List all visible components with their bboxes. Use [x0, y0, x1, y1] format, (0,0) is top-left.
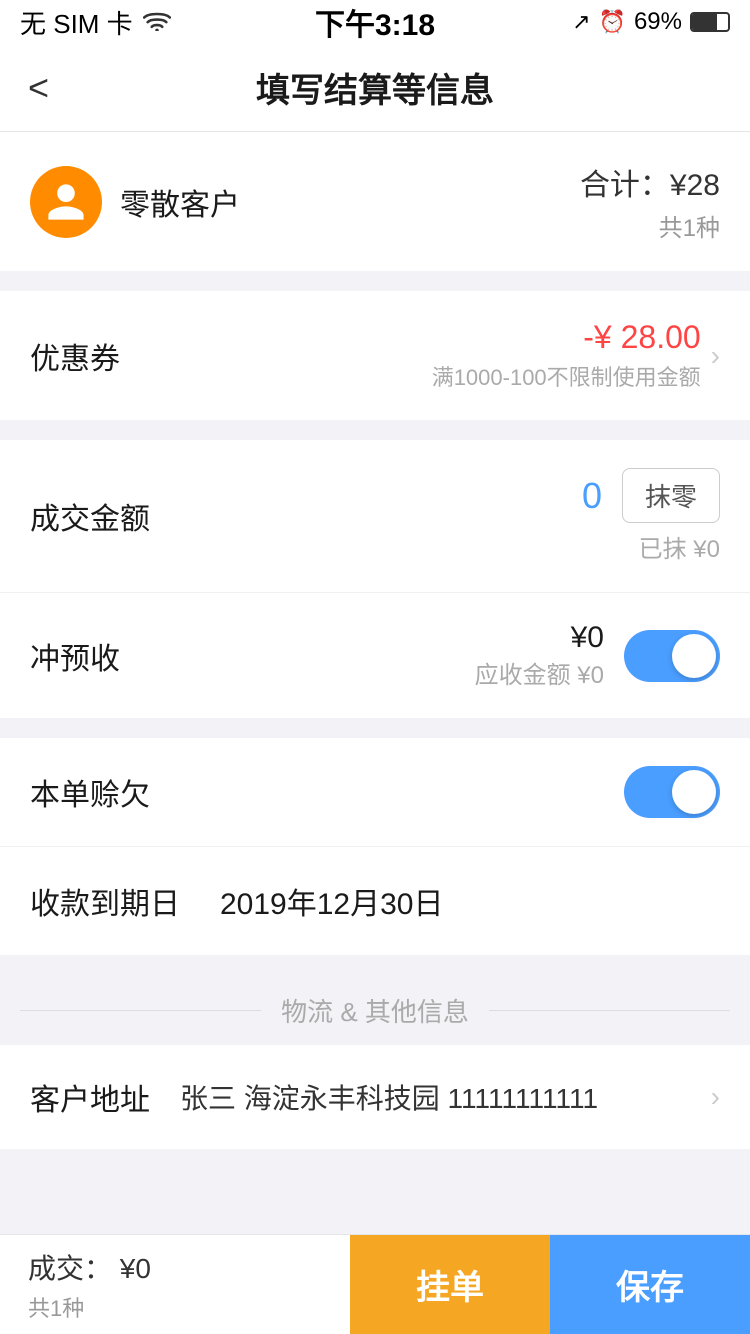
- status-bar: 无 SIM 卡 下午3:18 ↗ ⏰ 69%: [0, 0, 750, 44]
- due-date-label: 收款到期日: [30, 879, 180, 923]
- deal-amount: ¥0: [120, 1253, 151, 1284]
- save-button[interactable]: 保存: [550, 1235, 750, 1334]
- transaction-section: 成交金额 0 抹零 已抹 ¥0 冲预收 ¥0 应收金额 ¥0: [0, 440, 750, 718]
- battery-icon: [690, 12, 730, 32]
- address-row[interactable]: 客户地址 张三 海淀永丰科技园 11111111111 ›: [0, 1045, 750, 1149]
- address-label: 客户地址: [30, 1075, 150, 1119]
- transaction-right: 0 抹零: [582, 468, 720, 523]
- debt-toggle[interactable]: [624, 766, 720, 818]
- prepaid-amounts: ¥0 应收金额 ¥0: [475, 621, 604, 690]
- location-icon: ↗: [572, 9, 590, 35]
- customer-avatar: [30, 166, 102, 238]
- deducted-text: 已抹 ¥0: [639, 529, 720, 564]
- address-value: 张三 海淀永丰科技园 11111111111: [180, 1077, 681, 1117]
- coupon-right: -¥ 28.00 满1000-100不限制使用金额 ›: [432, 319, 720, 392]
- nav-bar: < 填写结算等信息: [0, 44, 750, 132]
- bottom-bar: 成交： ¥0 共1种 挂单 保存: [0, 1234, 750, 1334]
- alarm-icon: ⏰: [599, 9, 626, 35]
- deal-label: 成交：: [28, 1253, 112, 1284]
- hold-button[interactable]: 挂单: [350, 1235, 550, 1334]
- prepaid-label: 冲预收: [30, 634, 120, 678]
- coupon-row[interactable]: 优惠券 -¥ 28.00 满1000-100不限制使用金额 ›: [0, 291, 750, 420]
- prepaid-amount: ¥0: [475, 621, 604, 655]
- transaction-row: 成交金额 0 抹零 已抹 ¥0: [0, 440, 750, 593]
- logistics-header: 物流 & 其他信息: [0, 975, 750, 1045]
- debt-label: 本单赊欠: [30, 770, 150, 814]
- divider-line-left: [20, 1010, 261, 1011]
- bottom-deal: 成交： ¥0: [28, 1247, 322, 1287]
- customer-total: 合计：¥28 共1种: [580, 160, 720, 243]
- total-amount: 合计：¥28: [580, 160, 720, 204]
- debt-toggle-row: 本单赊欠: [0, 738, 750, 846]
- battery-percent: 69%: [634, 8, 682, 36]
- debt-section: 本单赊欠 收款到期日 2019年12月30日: [0, 738, 750, 955]
- customer-row: 零散客户 合计：¥28 共1种: [0, 132, 750, 271]
- toggle-knob: [672, 634, 716, 678]
- bottom-summary: 成交： ¥0 共1种: [0, 1247, 350, 1323]
- due-date-value: 2019年12月30日: [220, 879, 443, 923]
- prepaid-toggle[interactable]: [624, 630, 720, 682]
- customer-info: 零散客户: [30, 166, 240, 238]
- coupon-chevron-icon: ›: [711, 340, 720, 372]
- coupon-amount: -¥ 28.00: [432, 319, 701, 356]
- person-icon: [44, 180, 88, 224]
- wifi-icon: [143, 7, 171, 38]
- prepaid-right: ¥0 应收金额 ¥0: [475, 621, 720, 690]
- prepaid-row: 冲预收 ¥0 应收金额 ¥0: [0, 593, 750, 718]
- debt-toggle-knob: [672, 770, 716, 814]
- due-date-row: 收款到期日 2019年12月30日: [0, 846, 750, 955]
- transaction-amount[interactable]: 0: [582, 475, 602, 517]
- address-chevron-icon: ›: [711, 1081, 720, 1113]
- coupon-value-block: -¥ 28.00 满1000-100不限制使用金额: [432, 319, 701, 392]
- divider-line-right: [489, 1010, 730, 1011]
- transaction-label: 成交金额: [30, 494, 150, 538]
- total-count: 共1种: [580, 208, 720, 243]
- time-display: 下午3:18: [315, 0, 435, 44]
- content-area: 零散客户 合计：¥28 共1种 优惠券 -¥ 28.00 满1000-100不限…: [0, 132, 750, 1289]
- round-zero-button[interactable]: 抹零: [622, 468, 720, 523]
- status-left: 无 SIM 卡: [20, 4, 171, 41]
- customer-name: 零散客户: [120, 180, 240, 224]
- bottom-count: 共1种: [28, 1291, 322, 1323]
- receivable-text: 应收金额 ¥0: [475, 655, 604, 690]
- carrier-text: 无 SIM 卡: [20, 4, 133, 41]
- page-title: 填写结算等信息: [256, 63, 494, 112]
- logistics-label: 物流 & 其他信息: [281, 992, 469, 1029]
- status-right: ↗ ⏰ 69%: [572, 8, 730, 36]
- back-button[interactable]: <: [28, 67, 49, 109]
- coupon-desc: 满1000-100不限制使用金额: [432, 360, 701, 392]
- coupon-label: 优惠券: [30, 334, 120, 378]
